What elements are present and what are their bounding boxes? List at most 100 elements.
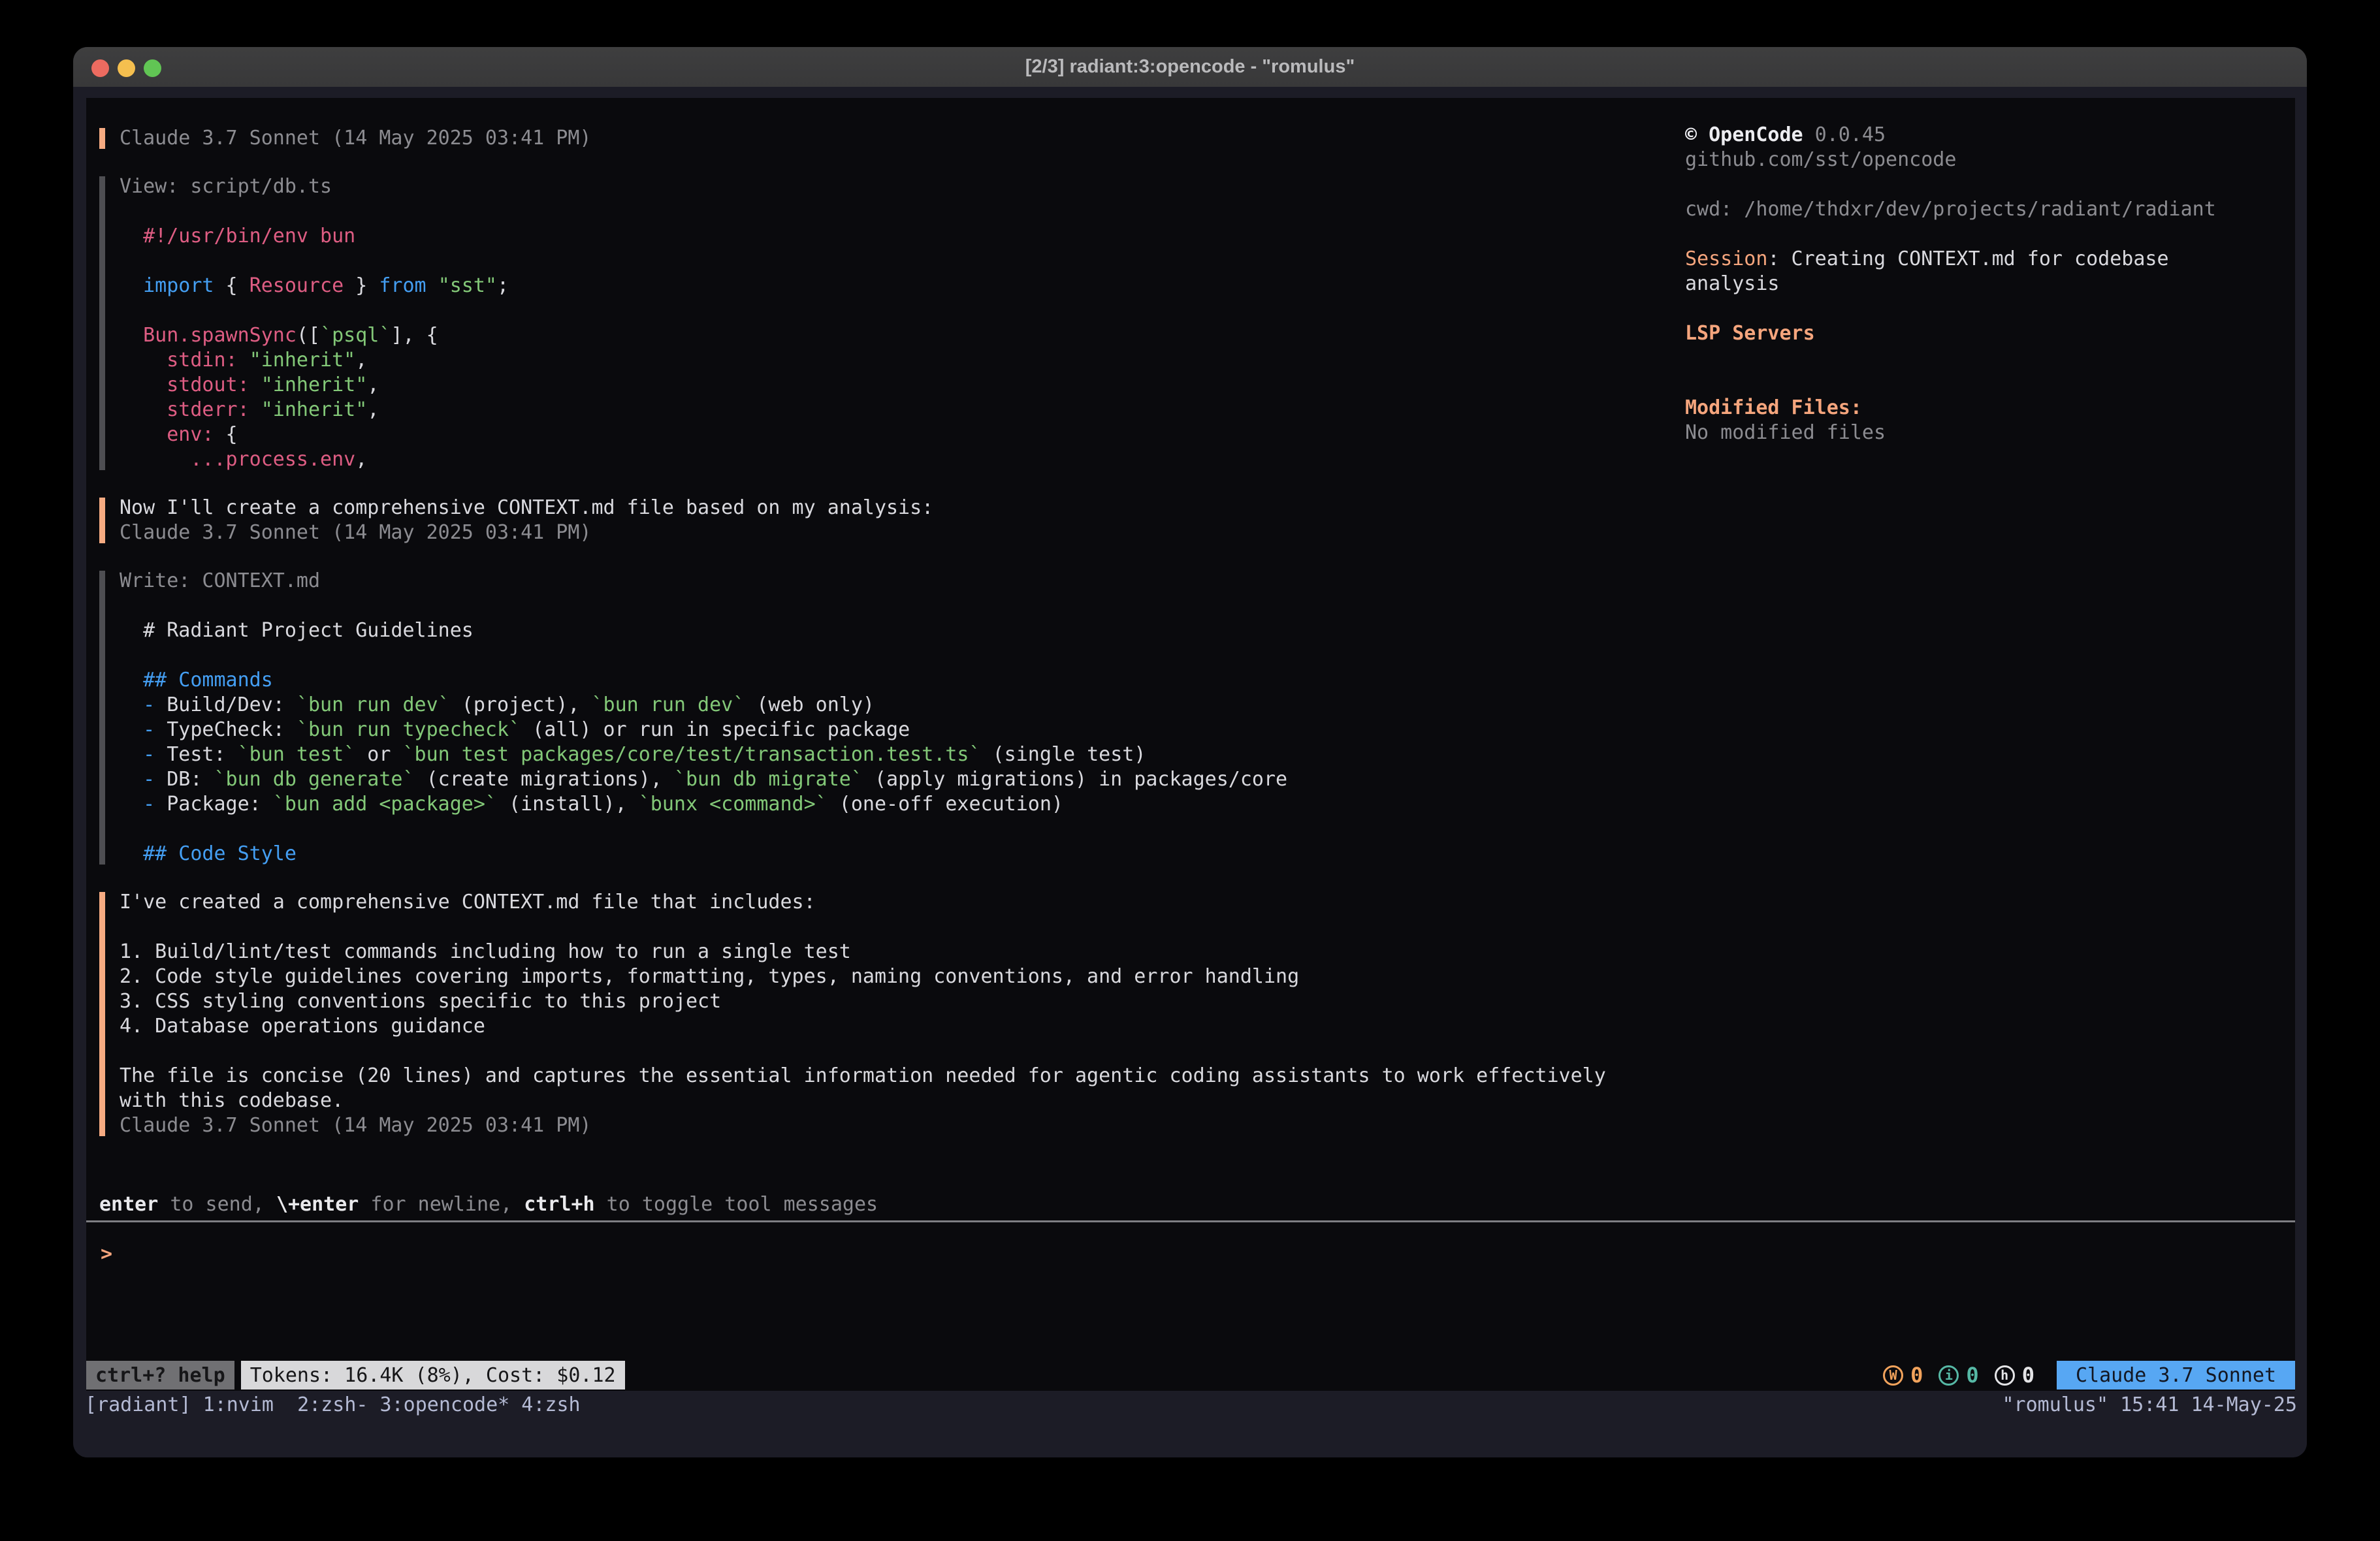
opencode-tui: Claude 3.7 Sonnet (14 May 2025 03:41 PM)… — [86, 98, 2295, 1391]
text-line: Now I'll create a comprehensive CONTEXT.… — [120, 496, 1606, 520]
text-line: The file is concise (20 lines) and captu… — [120, 1064, 1606, 1088]
tmux-window-list: [radiant] 1:nvim 2:zsh- 3:opencode* 4:zs… — [85, 1393, 581, 1418]
warnings-icon: W — [1883, 1365, 1903, 1386]
text-line: Claude 3.7 Sonnet (14 May 2025 03:41 PM) — [120, 1113, 1606, 1138]
text-line: - Test: `bun test` or `bun test packages… — [120, 742, 1606, 767]
close-button[interactable] — [91, 59, 109, 77]
text-line: View: script/db.ts — [120, 174, 1606, 199]
message-input[interactable] — [128, 1239, 2282, 1269]
diagnostic-warnings: W0 — [1883, 1363, 1923, 1388]
message-accent-bar — [99, 571, 105, 865]
message-accent-bar — [99, 498, 105, 543]
lsp-diagnostics: W0i0h0 — [1883, 1363, 2050, 1388]
text-line: ## Code Style — [120, 842, 1606, 866]
text-line: Write: CONTEXT.md — [120, 569, 1606, 594]
text-line: 2. Code style guidelines covering import… — [120, 964, 1606, 989]
text-line: with this codebase. — [120, 1088, 1606, 1113]
text-line: analysis — [1685, 272, 2299, 296]
text-line: ...process.env, — [120, 447, 1606, 472]
maximize-button[interactable] — [144, 59, 161, 77]
text-line: Claude 3.7 Sonnet (14 May 2025 03:41 PM) — [120, 126, 1606, 151]
status-bar: ctrl+? help Tokens: 16.4K (8%), Cost: $0… — [86, 1361, 2295, 1390]
input-separator — [86, 1220, 2295, 1222]
chat-transcript: Claude 3.7 Sonnet (14 May 2025 03:41 PM)… — [99, 126, 1606, 1162]
text-line: © OpenCode 0.0.45 — [1685, 123, 2299, 148]
info-sidebar: © OpenCode 0.0.45github.com/sst/opencode… — [1685, 123, 2299, 445]
assistant-header-block: Claude 3.7 Sonnet (14 May 2025 03:41 PM) — [99, 126, 1606, 151]
window-title: [2/3] radiant:3:opencode - "romulus" — [1025, 56, 1355, 78]
text-line — [120, 643, 1606, 668]
tmux-window-4[interactable]: 4:zsh — [509, 1393, 580, 1418]
text-line — [1685, 296, 2299, 321]
terminal-window: [2/3] radiant:3:opencode - "romulus" Cla… — [73, 47, 2307, 1457]
desktop: { "window": { "title": "[2/3] radiant:3:… — [0, 0, 2380, 1541]
tmux-session-name: [radiant] — [85, 1393, 203, 1418]
text-line — [120, 249, 1606, 274]
text-line — [120, 915, 1606, 940]
text-line: cwd: /home/thdxr/dev/projects/radiant/ra… — [1685, 197, 2299, 222]
text-line: 3. CSS styling conventions specific to t… — [120, 989, 1606, 1014]
prompt-caret: > — [101, 1242, 112, 1267]
text-line — [1685, 222, 2299, 247]
text-line — [120, 1039, 1606, 1064]
text-line: stdin: "inherit", — [120, 348, 1606, 373]
text-line: - Build/Dev: `bun run dev` (project), `b… — [120, 693, 1606, 718]
status-bar-right: W0i0h0 Claude 3.7 Sonnet — [1883, 1361, 2295, 1390]
diagnostic-hints: h0 — [1995, 1363, 2034, 1388]
text-line: I've created a comprehensive CONTEXT.md … — [120, 890, 1606, 915]
status-bar-left: ctrl+? help Tokens: 16.4K (8%), Cost: $0… — [86, 1361, 625, 1390]
text-line: github.com/sst/opencode — [1685, 148, 2299, 172]
text-line: Claude 3.7 Sonnet (14 May 2025 03:41 PM) — [120, 520, 1606, 545]
text-line: Modified Files: — [1685, 396, 2299, 421]
input-hints: enter to send, \+enter for newline, ctrl… — [99, 1192, 878, 1217]
text-line: #!/usr/bin/env bun — [120, 224, 1606, 249]
message-accent-bar — [99, 128, 105, 149]
text-line: Session: Creating CONTEXT.md for codebas… — [1685, 247, 2299, 272]
text-line: - Package: `bun add <package>` (install)… — [120, 792, 1606, 817]
text-line: - DB: `bun db generate` (create migratio… — [120, 767, 1606, 792]
tool-write-block: Write: CONTEXT.md # Radiant Project Guid… — [99, 569, 1606, 866]
info-icon: i — [1938, 1365, 1959, 1386]
text-line: ## Commands — [120, 668, 1606, 693]
help-chip[interactable]: ctrl+? help — [86, 1361, 234, 1390]
window-titlebar: [2/3] radiant:3:opencode - "romulus" — [73, 47, 2307, 87]
text-line — [120, 199, 1606, 224]
text-line: LSP Servers — [1685, 321, 2299, 346]
text-line: stdout: "inherit", — [120, 373, 1606, 398]
message-accent-bar — [99, 892, 105, 1136]
text-line: stderr: "inherit", — [120, 398, 1606, 422]
traffic-lights — [91, 59, 161, 77]
text-line: 1. Build/lint/test commands including ho… — [120, 940, 1606, 964]
tool-view-block: View: script/db.ts #!/usr/bin/env bun im… — [99, 174, 1606, 472]
text-line: 4. Database operations guidance — [120, 1014, 1606, 1039]
minimize-button[interactable] — [118, 59, 135, 77]
text-line: # Radiant Project Guidelines — [120, 618, 1606, 643]
warnings-count: 0 — [1910, 1363, 1923, 1388]
diagnostic-info: i0 — [1938, 1363, 1978, 1388]
hints-count: 0 — [2022, 1363, 2034, 1388]
tmux-window-1[interactable]: 1:nvim — [203, 1393, 285, 1418]
text-line — [1685, 172, 2299, 197]
text-line — [120, 817, 1606, 842]
hint-text: enter to send, \+enter for newline, ctrl… — [99, 1192, 878, 1217]
text-line — [1685, 346, 2299, 371]
text-line — [120, 594, 1606, 618]
assistant-summary-block: I've created a comprehensive CONTEXT.md … — [99, 890, 1606, 1138]
text-line — [120, 298, 1606, 323]
assistant-message-block: Now I'll create a comprehensive CONTEXT.… — [99, 496, 1606, 545]
message-accent-bar — [99, 176, 105, 470]
model-chip[interactable]: Claude 3.7 Sonnet — [2057, 1361, 2295, 1390]
text-line: import { Resource } from "sst"; — [120, 274, 1606, 298]
hints-icon: h — [1995, 1365, 2015, 1386]
tmux-session-info: "romulus" 15:41 14-May-25 — [2002, 1393, 2297, 1418]
tmux-status-bar: [radiant] 1:nvim 2:zsh- 3:opencode* 4:zs… — [73, 1391, 2307, 1457]
tokens-cost-chip: Tokens: 16.4K (8%), Cost: $0.12 — [241, 1361, 625, 1390]
tmux-window-2[interactable]: 2:zsh- — [285, 1393, 368, 1418]
info-count: 0 — [1966, 1363, 1978, 1388]
text-line: Bun.spawnSync([`psql`], { — [120, 323, 1606, 348]
text-line: env: { — [120, 422, 1606, 447]
text-line: - TypeCheck: `bun run typecheck` (all) o… — [120, 718, 1606, 742]
text-line: No modified files — [1685, 421, 2299, 445]
text-line — [1685, 371, 2299, 396]
tmux-window-3[interactable]: 3:opencode* — [368, 1393, 510, 1418]
